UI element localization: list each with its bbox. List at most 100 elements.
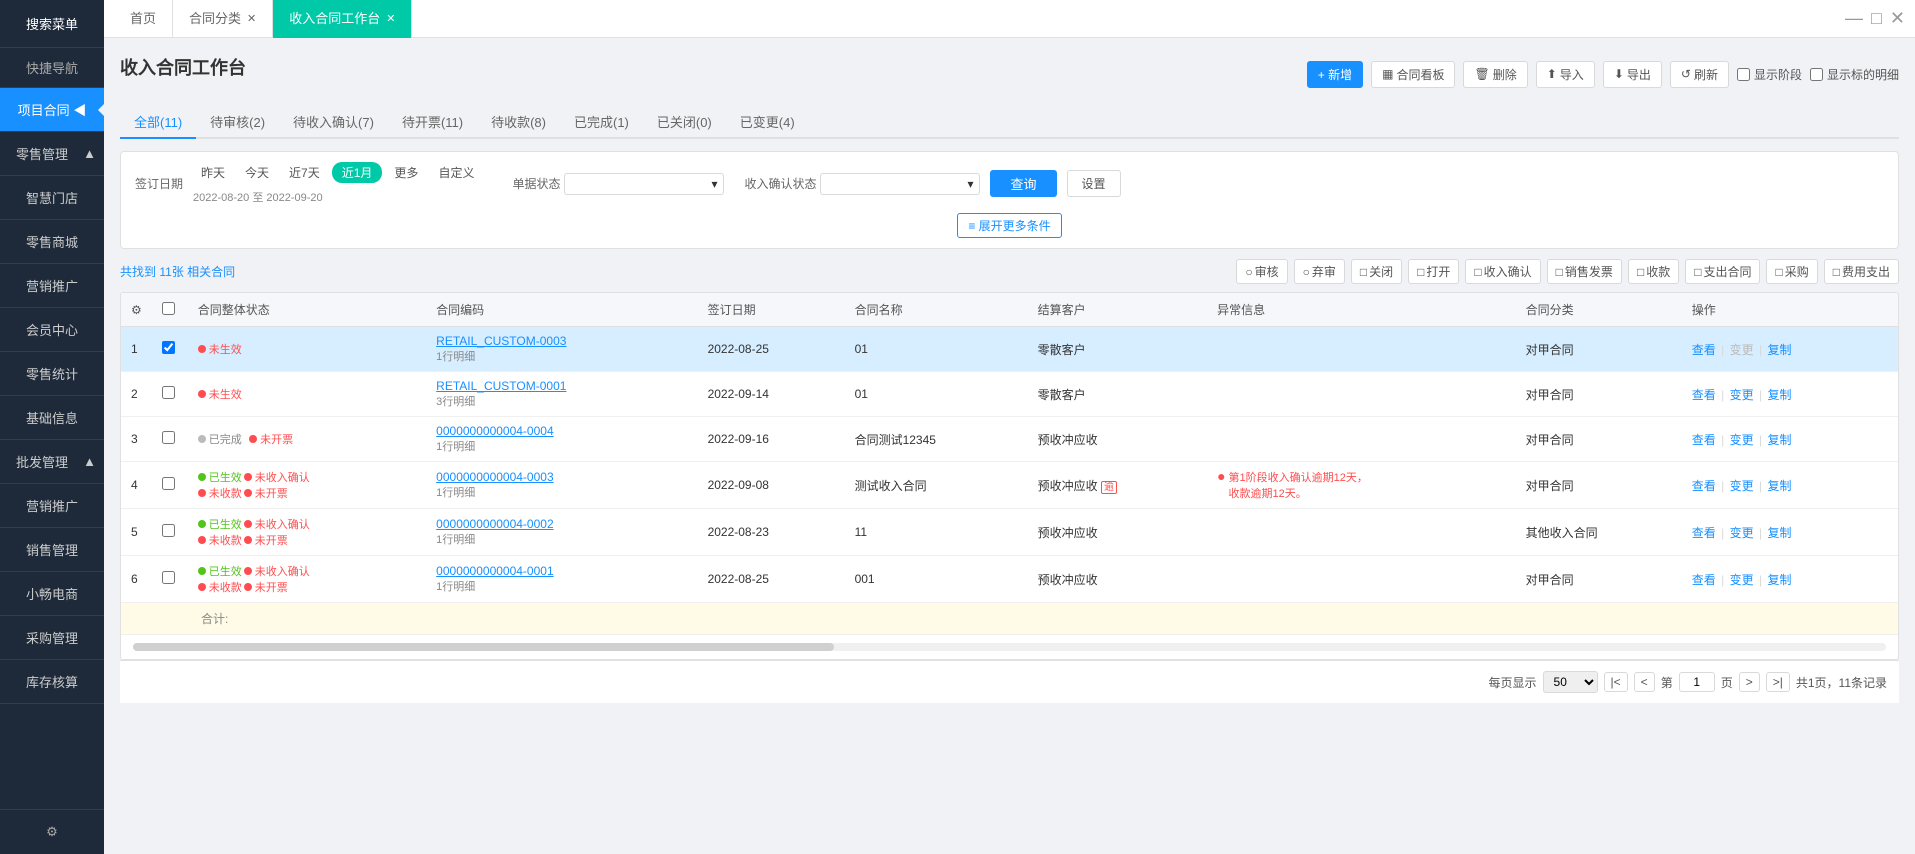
sub-tab-pending-collection[interactable]: 待收款(8) <box>477 106 560 139</box>
row-code[interactable]: 0000000000004-0003 1行明细 <box>426 462 697 509</box>
row-code[interactable]: 0000000000004-0004 1行明细 <box>426 417 697 462</box>
import-button[interactable]: ⬆ 导入 <box>1536 61 1595 88</box>
filter-1month[interactable]: 近1月 <box>332 162 383 183</box>
delete-button[interactable]: 🗑 删除 <box>1463 61 1527 88</box>
close-income-workbench-icon[interactable]: ✕ <box>386 0 395 38</box>
copy-link[interactable]: 复制 <box>1767 526 1791 540</box>
filter-today[interactable]: 今天 <box>237 162 277 183</box>
add-button[interactable]: + 新增 <box>1307 61 1363 88</box>
row-checkbox[interactable] <box>152 509 188 556</box>
sidebar-item-retail[interactable]: 零售管理 ▲ <box>0 132 104 176</box>
tab-income-workbench[interactable]: 收入合同工作台 ✕ <box>273 0 412 38</box>
sub-tab-pending-confirm[interactable]: 待收入确认(7) <box>279 106 388 139</box>
sidebar-quick-nav[interactable]: 快捷导航 <box>0 48 104 88</box>
sidebar-item-retail-stat[interactable]: 零售统计 <box>0 352 104 396</box>
row-code[interactable]: 0000000000004-0001 1行明细 <box>426 556 697 603</box>
view-link[interactable]: 查看 <box>1692 388 1716 402</box>
col-settings[interactable]: ⚙ <box>121 293 152 327</box>
income-confirm-select[interactable]: ▾ <box>820 173 980 195</box>
setting-button[interactable]: 设置 <box>1067 170 1121 197</box>
filter-more[interactable]: 更多 <box>386 162 426 183</box>
view-link[interactable]: 查看 <box>1692 573 1716 587</box>
view-link[interactable]: 查看 <box>1692 526 1716 540</box>
last-page-button[interactable]: >| <box>1766 672 1790 692</box>
row-checkbox[interactable] <box>152 556 188 603</box>
refresh-button[interactable]: ↺ 刷新 <box>1670 61 1729 88</box>
row-checkbox[interactable] <box>152 417 188 462</box>
row-checkbox[interactable] <box>152 327 188 372</box>
sidebar-search[interactable]: 搜索菜单 <box>0 0 104 48</box>
page-input[interactable] <box>1679 672 1715 692</box>
change-link[interactable]: 变更 <box>1730 433 1754 447</box>
page-size-select[interactable]: 50 100 <box>1543 671 1598 693</box>
expand-filter-button[interactable]: ≡ 展开更多条件 <box>957 213 1061 238</box>
filter-custom[interactable]: 自定义 <box>430 162 482 183</box>
open-button[interactable]: □ 打开 <box>1408 259 1459 284</box>
sub-tab-completed[interactable]: 已完成(1) <box>560 106 643 139</box>
next-page-button[interactable]: > <box>1739 672 1760 692</box>
tab-contract-type[interactable]: 合同分类 ✕ <box>173 0 273 38</box>
sidebar-item-purchase[interactable]: 采购管理 <box>0 616 104 660</box>
change-link[interactable]: 变更 <box>1730 526 1754 540</box>
copy-link[interactable]: 复制 <box>1767 479 1791 493</box>
show-fields-checkbox[interactable]: 显示阶段 <box>1737 66 1802 83</box>
maximize-icon[interactable]: □ <box>1871 8 1882 29</box>
sub-tab-pending-invoice[interactable]: 待开票(11) <box>388 106 477 139</box>
copy-link[interactable]: 复制 <box>1767 388 1791 402</box>
copy-link[interactable]: 复制 <box>1767 573 1791 587</box>
minimize-icon[interactable]: — <box>1845 8 1863 29</box>
view-link[interactable]: 查看 <box>1692 343 1716 357</box>
filter-yesterday[interactable]: 昨天 <box>193 162 233 183</box>
purchase-button[interactable]: □ 采购 <box>1766 259 1817 284</box>
close-button[interactable]: □ 关闭 <box>1351 259 1402 284</box>
view-link[interactable]: 查看 <box>1692 479 1716 493</box>
review-button[interactable]: ○ 审核 <box>1236 259 1287 284</box>
expense-contract-button[interactable]: □ 支出合同 <box>1685 259 1760 284</box>
sales-invoice-button[interactable]: □ 销售发票 <box>1547 259 1622 284</box>
row-checkbox[interactable] <box>152 462 188 509</box>
sub-tab-pending-review[interactable]: 待审核(2) <box>196 106 279 139</box>
col-checkbox[interactable] <box>152 293 188 327</box>
sidebar-item-marketing2[interactable]: 营销推广 <box>0 484 104 528</box>
contract-board-button[interactable]: ▦ 合同看板 <box>1371 61 1455 88</box>
sidebar-item-online-retail[interactable]: 零售商城 <box>0 220 104 264</box>
filter-7days[interactable]: 近7天 <box>281 162 328 183</box>
sidebar-item-inventory[interactable]: 库存核算 <box>0 660 104 704</box>
sidebar-item-smart-store[interactable]: 智慧门店 <box>0 176 104 220</box>
change-link[interactable]: 变更 <box>1730 343 1754 357</box>
sidebar-item-ecommerce[interactable]: 小畅电商 <box>0 572 104 616</box>
sub-tab-changed[interactable]: 已变更(4) <box>726 106 809 139</box>
copy-link[interactable]: 复制 <box>1767 343 1791 357</box>
abandon-review-button[interactable]: ○ 弃审 <box>1294 259 1345 284</box>
change-link[interactable]: 变更 <box>1730 479 1754 493</box>
close-contract-type-icon[interactable]: ✕ <box>247 0 256 38</box>
sidebar-settings[interactable]: ⚙ <box>0 809 104 854</box>
change-link[interactable]: 变更 <box>1730 573 1754 587</box>
sidebar-item-sales[interactable]: 销售管理 <box>0 528 104 572</box>
expense-button[interactable]: □ 费用支出 <box>1824 259 1899 284</box>
sidebar-item-marketing[interactable]: 营销推广 <box>0 264 104 308</box>
view-link[interactable]: 查看 <box>1692 433 1716 447</box>
tab-home[interactable]: 首页 <box>114 0 173 38</box>
doc-status-select[interactable]: ▾ <box>564 173 724 195</box>
sidebar-item-member[interactable]: 会员中心 <box>0 308 104 352</box>
row-checkbox[interactable] <box>152 372 188 417</box>
collection-button[interactable]: □ 收款 <box>1628 259 1679 284</box>
row-code[interactable]: RETAIL_CUSTOM-0003 1行明细 <box>426 327 697 372</box>
sidebar-item-wholesale[interactable]: 批发管理 ▲ <box>0 440 104 484</box>
sub-tab-all[interactable]: 全部(11) <box>120 106 196 139</box>
sub-tab-closed[interactable]: 已关闭(0) <box>643 106 726 139</box>
change-link[interactable]: 变更 <box>1730 388 1754 402</box>
show-detail-checkbox[interactable]: 显示标的明细 <box>1810 66 1899 83</box>
first-page-button[interactable]: |< <box>1604 672 1628 692</box>
income-confirm-button[interactable]: □ 收入确认 <box>1465 259 1540 284</box>
export-button[interactable]: ⬇ 导出 <box>1603 61 1662 88</box>
sidebar-item-project[interactable]: 项目合同 ◀ <box>0 88 104 132</box>
row-code[interactable]: 0000000000004-0002 1行明细 <box>426 509 697 556</box>
sidebar-item-basic-info[interactable]: 基础信息 <box>0 396 104 440</box>
row-code[interactable]: RETAIL_CUSTOM-0001 3行明细 <box>426 372 697 417</box>
query-button[interactable]: 查询 <box>990 170 1056 197</box>
close-window-icon[interactable]: ✕ <box>1890 8 1905 29</box>
prev-page-button[interactable]: < <box>1634 672 1655 692</box>
copy-link[interactable]: 复制 <box>1767 433 1791 447</box>
